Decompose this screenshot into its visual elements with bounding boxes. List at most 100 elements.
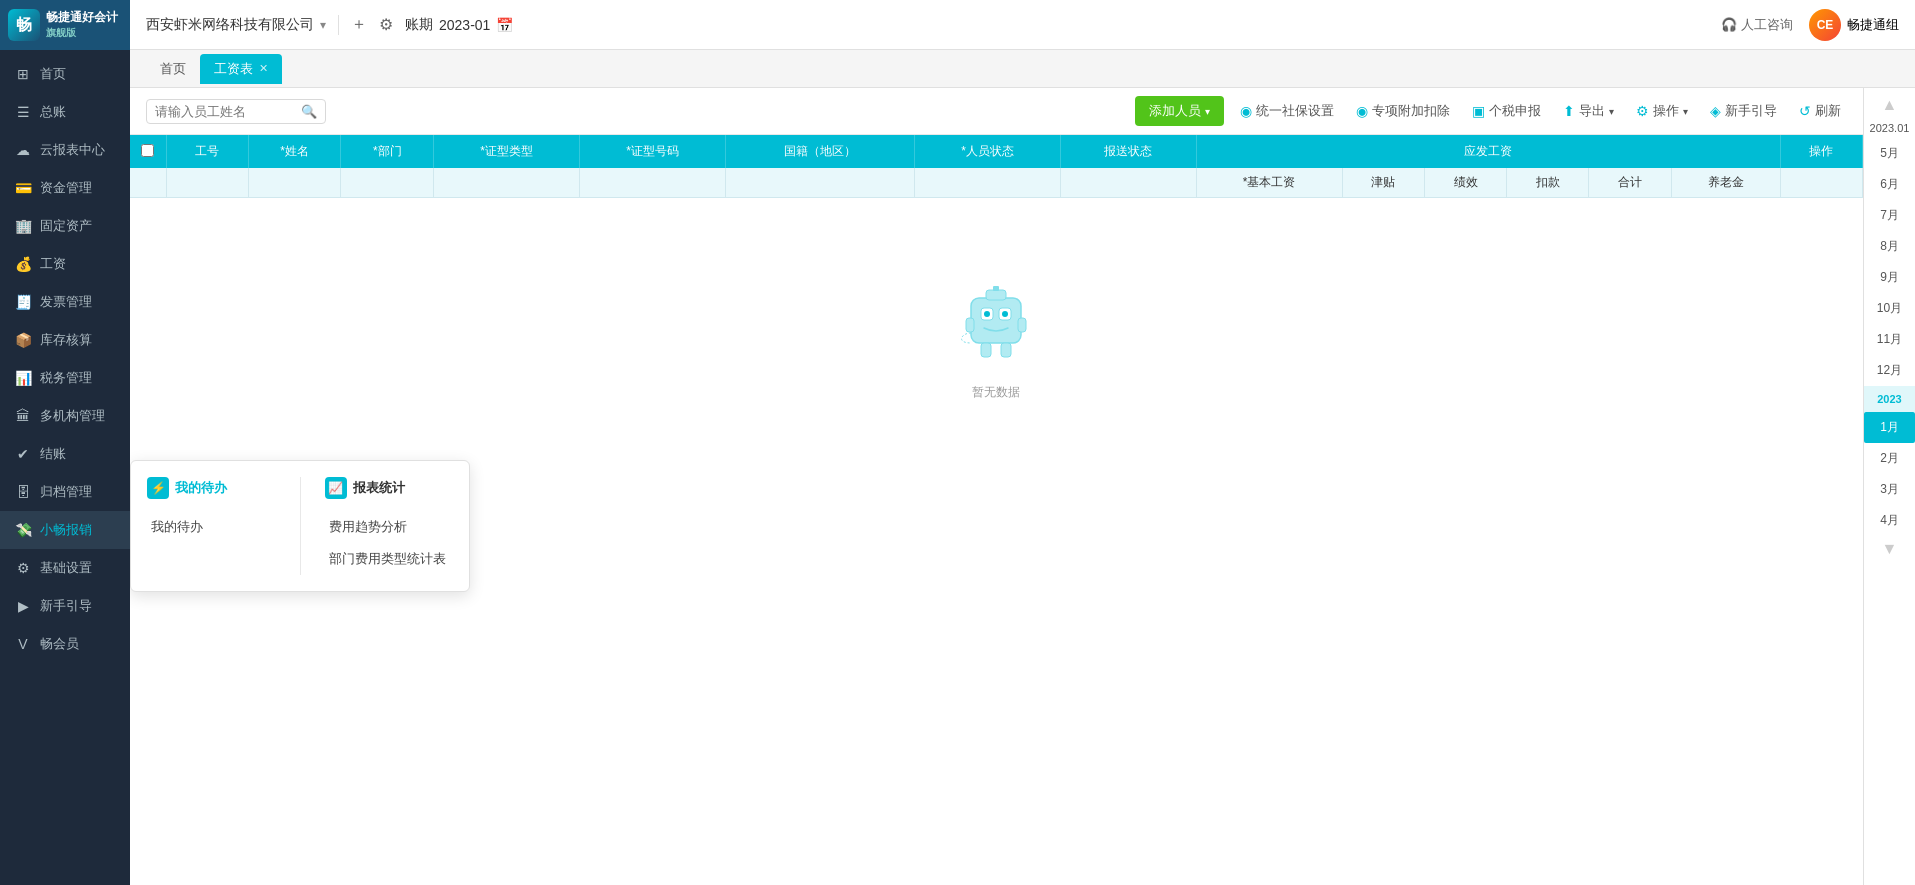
month-panel-up[interactable]: ▲ — [1878, 92, 1902, 118]
popup-reports-header: 📈 报表统计 — [325, 477, 454, 499]
popup-item-trend[interactable]: 费用趋势分析 — [325, 511, 454, 543]
th2-total: 合计 — [1589, 168, 1671, 198]
refresh-button[interactable]: ↺ 刷新 — [1793, 98, 1847, 124]
ledger-icon: ☰ — [14, 104, 32, 120]
avatar: CE — [1809, 9, 1841, 41]
guide-icon: ▶ — [14, 598, 32, 614]
home-icon: ⊞ — [14, 66, 32, 82]
sidebar-item-basic-settings[interactable]: ⚙ 基础设置 — [0, 549, 130, 587]
user-label: 畅捷通组 — [1847, 16, 1899, 34]
tax-label: 个税申报 — [1489, 102, 1541, 120]
popup-section: ⚡ 我的待办 我的待办 📈 报表统计 费用趋势分析 部门费用类型统计表 — [147, 477, 453, 575]
th-name: *姓名 — [248, 135, 341, 168]
sidebar-label-archive: 归档管理 — [40, 483, 92, 501]
sidebar-item-guide[interactable]: ▶ 新手引导 — [0, 587, 130, 625]
sidebar-item-archive[interactable]: 🗄 归档管理 — [0, 473, 130, 511]
month-10[interactable]: 10月 — [1864, 293, 1915, 324]
operation-button[interactable]: ⚙ 操作 ▾ — [1630, 98, 1694, 124]
add-icon[interactable]: ＋ — [351, 14, 367, 35]
gear-icon[interactable]: ⚙ — [379, 15, 393, 34]
invoice-icon: 🧾 — [14, 294, 32, 310]
popup-todo-header: ⚡ 我的待办 — [147, 477, 276, 499]
company-selector[interactable]: 西安虾米网络科技有限公司 ▾ — [146, 16, 326, 34]
tab-home[interactable]: 首页 — [146, 54, 200, 84]
add-person-button[interactable]: 添加人员 ▾ — [1135, 96, 1224, 126]
sidebar-item-invoice[interactable]: 🧾 发票管理 — [0, 283, 130, 321]
select-all-checkbox[interactable] — [141, 144, 154, 157]
th2-pension: 养老金 — [1671, 168, 1780, 198]
sidebar-item-tax[interactable]: 📊 税务管理 — [0, 359, 130, 397]
th-checkbox[interactable] — [130, 135, 166, 168]
sidebar-item-multi-org[interactable]: 🏛 多机构管理 — [0, 397, 130, 435]
guide-button[interactable]: ◈ 新手引导 — [1704, 98, 1783, 124]
month-7[interactable]: 7月 — [1864, 200, 1915, 231]
operation-dropdown-icon: ▾ — [1683, 106, 1688, 117]
month-4[interactable]: 4月 — [1864, 505, 1915, 536]
sidebar-label-ledger: 总账 — [40, 103, 66, 121]
th2-op — [1780, 168, 1862, 198]
company-name: 西安虾米网络科技有限公司 — [146, 16, 314, 34]
svg-point-3 — [984, 311, 990, 317]
social-insurance-button[interactable]: ◉ 统一社保设置 — [1234, 98, 1340, 124]
sidebar-item-fund[interactable]: 💳 资金管理 — [0, 169, 130, 207]
sidebar-label-fund: 资金管理 — [40, 179, 92, 197]
popup-col-reports: 📈 报表统计 费用趋势分析 部门费用类型统计表 — [325, 477, 454, 575]
sidebar-item-cloud-report[interactable]: ☁ 云报表中心 — [0, 131, 130, 169]
sidebar-label-salary: 工资 — [40, 255, 66, 273]
guide-label: 新手引导 — [1725, 102, 1777, 120]
sidebar-item-expense[interactable]: 💸 小畅报销 — [0, 511, 130, 549]
month-11[interactable]: 11月 — [1864, 324, 1915, 355]
period-selector[interactable]: 账期 2023-01 📅 — [405, 16, 513, 34]
month-3[interactable]: 3月 — [1864, 474, 1915, 505]
deduction-label: 专项附加扣除 — [1372, 102, 1450, 120]
sidebar-item-ledger[interactable]: ☰ 总账 — [0, 93, 130, 131]
search-input[interactable] — [155, 104, 295, 119]
export-button[interactable]: ⬆ 导出 ▾ — [1557, 98, 1620, 124]
tab-salary-table[interactable]: 工资表 ✕ — [200, 54, 282, 84]
th-number: 工号 — [166, 135, 248, 168]
sidebar-item-member[interactable]: V 畅会员 — [0, 625, 130, 663]
th2-number — [166, 168, 248, 198]
cloud-icon: ☁ — [14, 142, 32, 158]
month-12[interactable]: 12月 — [1864, 355, 1915, 386]
empty-state: 暂无数据 — [130, 198, 1863, 481]
th2-dept — [341, 168, 434, 198]
logo-text: 畅捷通好会计 旗舰版 — [46, 10, 118, 40]
social-insurance-label: 统一社保设置 — [1256, 102, 1334, 120]
month-panel-down[interactable]: ▼ — [1878, 536, 1902, 562]
month-1-active[interactable]: 1月 — [1864, 412, 1915, 443]
sidebar-item-fixed-asset[interactable]: 🏢 固定资产 — [0, 207, 130, 245]
search-box[interactable]: 🔍 — [146, 99, 326, 124]
user-menu[interactable]: CE 畅捷通组 — [1809, 9, 1899, 41]
refresh-label: 刷新 — [1815, 102, 1841, 120]
sidebar-label-home: 首页 — [40, 65, 66, 83]
month-6[interactable]: 6月 — [1864, 169, 1915, 200]
tax-icon: 📊 — [14, 370, 32, 386]
sidebar-label-member: 畅会员 — [40, 635, 79, 653]
month-2[interactable]: 2月 — [1864, 443, 1915, 474]
personal-tax-button[interactable]: ▣ 个税申报 — [1466, 98, 1547, 124]
sidebar-logo: 畅 畅捷通好会计 旗舰版 — [0, 0, 130, 50]
topbar-divider — [338, 15, 339, 35]
month-8[interactable]: 8月 — [1864, 231, 1915, 262]
social-insurance-icon: ◉ — [1240, 103, 1252, 119]
inventory-icon: 📦 — [14, 332, 32, 348]
month-9[interactable]: 9月 — [1864, 262, 1915, 293]
member-icon: V — [14, 636, 32, 652]
sidebar-label-tax: 税务管理 — [40, 369, 92, 387]
export-dropdown-icon: ▾ — [1609, 106, 1614, 117]
popup-item-dept-report[interactable]: 部门费用类型统计表 — [325, 543, 454, 575]
help-button[interactable]: 🎧 人工咨询 — [1721, 16, 1793, 34]
sidebar-item-settle[interactable]: ✔ 结账 — [0, 435, 130, 473]
th-salary-group: 应发工资 — [1196, 135, 1780, 168]
sidebar-item-home[interactable]: ⊞ 首页 — [0, 55, 130, 93]
th-department: *部门 — [341, 135, 434, 168]
special-deduction-button[interactable]: ◉ 专项附加扣除 — [1350, 98, 1456, 124]
sidebar-item-inventory[interactable]: 📦 库存核算 — [0, 321, 130, 359]
sidebar-item-salary[interactable]: 💰 工资 — [0, 245, 130, 283]
month-5[interactable]: 5月 — [1864, 138, 1915, 169]
close-icon[interactable]: ✕ — [259, 62, 268, 75]
th2-bonus: 绩效 — [1424, 168, 1506, 198]
sidebar: 畅 畅捷通好会计 旗舰版 ⊞ 首页 ☰ 总账 ☁ 云报表中心 💳 资金管理 🏢 … — [0, 0, 130, 885]
popup-item-todo[interactable]: 我的待办 — [147, 511, 276, 543]
